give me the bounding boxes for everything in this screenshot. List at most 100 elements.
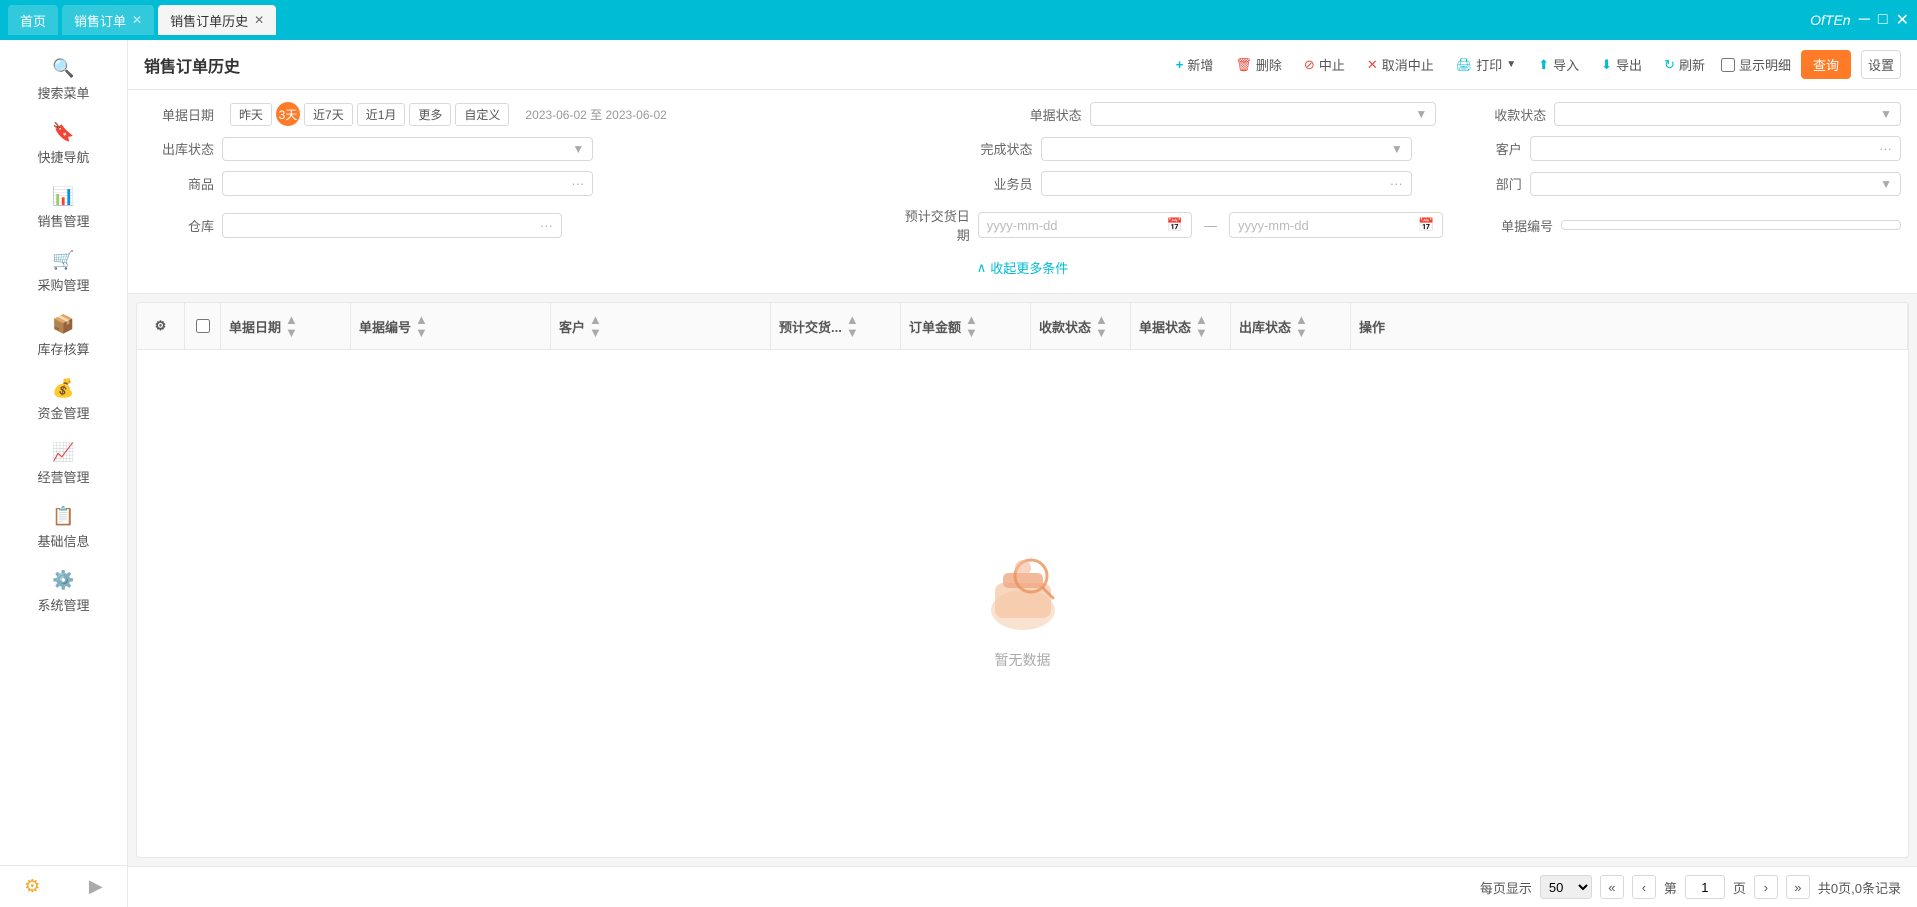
date-yesterday-btn[interactable]: 昨天 [230, 103, 272, 126]
col-amount-sort[interactable]: ▲▼ [965, 313, 978, 339]
total-records: 共0页,0条记录 [1818, 878, 1901, 897]
complete-status-control[interactable]: ▼ [1041, 137, 1412, 161]
maximize-icon[interactable]: □ [1878, 11, 1888, 29]
col-warehouse-label: 出库状态 [1239, 317, 1291, 336]
date-label: 单据日期 [144, 105, 214, 124]
col-amount[interactable]: 订单金额 ▲▼ [901, 303, 1031, 349]
quick-nav-icon: 🔖 [52, 122, 74, 143]
import-button[interactable]: ⬆ 导入 [1532, 51, 1585, 78]
order-number-control[interactable] [1561, 220, 1901, 230]
calendar-end-icon[interactable]: 📅 [1418, 217, 1434, 233]
stop-icon: ⊘ [1304, 57, 1315, 73]
sidebar-settings-icon[interactable]: ⚙ [24, 876, 40, 897]
sidebar-item-operations-label: 经营管理 [37, 467, 89, 486]
col-payment-label: 收款状态 [1039, 317, 1091, 336]
delivery-date-start-control[interactable]: 📅 [978, 212, 1192, 238]
customer-dots-icon: ··· [1879, 141, 1892, 156]
display-toggle-checkbox[interactable] [1721, 58, 1735, 72]
date-1month-btn[interactable]: 近1月 [357, 103, 406, 126]
tab-sales-order[interactable]: 销售订单 ✕ [62, 5, 154, 35]
settings-button[interactable]: 设置 [1861, 50, 1901, 79]
collapse-button[interactable]: ∧ 收起更多条件 [977, 254, 1069, 281]
col-date-sort[interactable]: ▲▼ [285, 313, 298, 339]
salesperson-control[interactable]: ··· [1041, 171, 1412, 196]
sidebar-item-finance[interactable]: 💰 资金管理 [0, 368, 127, 432]
table-section: ⚙ 单据日期 ▲▼ 单据编号 ▲▼ 客户 ▲▼ 预计交货. [136, 302, 1909, 858]
sidebar-item-operations[interactable]: 📈 经营管理 [0, 432, 127, 496]
col-customer-sort[interactable]: ▲▼ [589, 313, 602, 339]
department-control[interactable]: ▼ [1530, 172, 1901, 196]
minimize-icon[interactable]: ─ [1859, 11, 1870, 29]
settings-icon[interactable]: ⚙ [155, 318, 167, 334]
prev-page-button[interactable]: ‹ [1632, 875, 1656, 899]
tab-sales-history[interactable]: 销售订单历史 ✕ [158, 5, 276, 35]
col-warehouse-status[interactable]: 出库状态 ▲▼ [1231, 303, 1351, 349]
export-button[interactable]: ⬇ 导出 [1595, 51, 1648, 78]
col-order-status[interactable]: 单据状态 ▲▼ [1131, 303, 1231, 349]
sidebar-item-system-mgmt[interactable]: ⚙️ 系统管理 [0, 560, 127, 624]
delete-button[interactable]: 🗑 删除 [1229, 51, 1288, 78]
calendar-start-icon[interactable]: 📅 [1167, 217, 1183, 233]
empty-state: 暂无数据 [137, 350, 1908, 857]
sidebar-expand-icon[interactable]: ▶ [89, 876, 103, 897]
warehouse-status-control[interactable]: ▼ [222, 137, 593, 161]
close-icon[interactable]: ✕ [1896, 10, 1909, 30]
last-page-button[interactable]: » [1786, 875, 1810, 899]
col-settings[interactable]: ⚙ [137, 303, 185, 349]
col-checkbox[interactable] [185, 303, 221, 349]
col-delivery-label: 预计交货... [779, 317, 842, 336]
sidebar-search[interactable]: 🔍 搜索菜单 [0, 48, 127, 112]
tab-home-label: 首页 [20, 11, 46, 30]
sidebar-item-sales-mgmt[interactable]: 📊 销售管理 [0, 176, 127, 240]
sidebar-item-purchase-mgmt-label: 采购管理 [37, 275, 89, 294]
col-order[interactable]: 单据编号 ▲▼ [351, 303, 551, 349]
col-action-label: 操作 [1359, 317, 1385, 336]
warehouse-dots-icon: ··· [540, 218, 553, 233]
payment-status-control[interactable]: ▼ [1554, 102, 1901, 126]
cancel-stop-button[interactable]: ✕ 取消中止 [1361, 51, 1440, 78]
refresh-button[interactable]: ↻ 刷新 [1658, 51, 1711, 78]
col-order-status-sort[interactable]: ▲▼ [1195, 313, 1208, 339]
next-page-button[interactable]: › [1754, 875, 1778, 899]
col-delivery[interactable]: 预计交货... ▲▼ [771, 303, 901, 349]
delivery-date-end-input[interactable] [1238, 218, 1414, 233]
delivery-date-start-input[interactable] [987, 218, 1163, 233]
display-toggle[interactable]: 显示明细 [1721, 55, 1791, 74]
date-more-btn[interactable]: 更多 [409, 103, 451, 126]
tab-sales-order-close[interactable]: ✕ [132, 13, 142, 27]
customer-control[interactable]: ··· [1530, 136, 1901, 161]
col-delivery-sort[interactable]: ▲▼ [846, 313, 859, 339]
date-3days-btn[interactable]: 3天 [276, 102, 300, 126]
goods-control[interactable]: ··· [222, 171, 593, 196]
page-input[interactable] [1685, 875, 1725, 899]
page-header: 销售订单历史 + 新增 🗑 删除 ⊘ 中止 ✕ 取消中止 [128, 40, 1917, 90]
sidebar-item-quick-nav[interactable]: 🔖 快捷导航 [0, 112, 127, 176]
col-date[interactable]: 单据日期 ▲▼ [221, 303, 351, 349]
warehouse-control[interactable]: ··· [222, 213, 562, 238]
tab-home[interactable]: 首页 [8, 5, 58, 35]
date-custom-btn[interactable]: 自定义 [455, 103, 509, 126]
first-page-button[interactable]: « [1600, 875, 1624, 899]
select-all-checkbox[interactable] [196, 319, 210, 333]
print-button[interactable]: 🖨 打印 ▼ [1450, 51, 1522, 78]
col-order-label: 单据编号 [359, 317, 411, 336]
stop-button[interactable]: ⊘ 中止 [1298, 51, 1351, 78]
col-warehouse-sort[interactable]: ▲▼ [1295, 313, 1308, 339]
per-page-label: 每页显示 [1480, 878, 1532, 897]
page-title: 销售订单历史 [144, 53, 1170, 77]
sidebar-item-purchase-mgmt[interactable]: 🛒 采购管理 [0, 240, 127, 304]
query-button[interactable]: 查询 [1801, 50, 1851, 79]
new-button[interactable]: + 新增 [1170, 51, 1220, 78]
date-7days-btn[interactable]: 近7天 [304, 103, 353, 126]
tab-sales-history-close[interactable]: ✕ [254, 13, 264, 27]
col-payment-status[interactable]: 收款状态 ▲▼ [1031, 303, 1131, 349]
order-status-control[interactable]: ▼ [1090, 102, 1437, 126]
col-payment-sort[interactable]: ▲▼ [1095, 313, 1108, 339]
per-page-select[interactable]: 50 10 20 100 [1540, 875, 1592, 899]
sidebar-item-inventory[interactable]: 📦 库存核算 [0, 304, 127, 368]
col-customer[interactable]: 客户 ▲▼ [551, 303, 771, 349]
col-order-sort[interactable]: ▲▼ [415, 313, 428, 339]
sidebar-item-basic-info[interactable]: 📋 基础信息 [0, 496, 127, 560]
refresh-icon: ↻ [1664, 57, 1675, 73]
delivery-date-end-control[interactable]: 📅 [1229, 212, 1443, 238]
